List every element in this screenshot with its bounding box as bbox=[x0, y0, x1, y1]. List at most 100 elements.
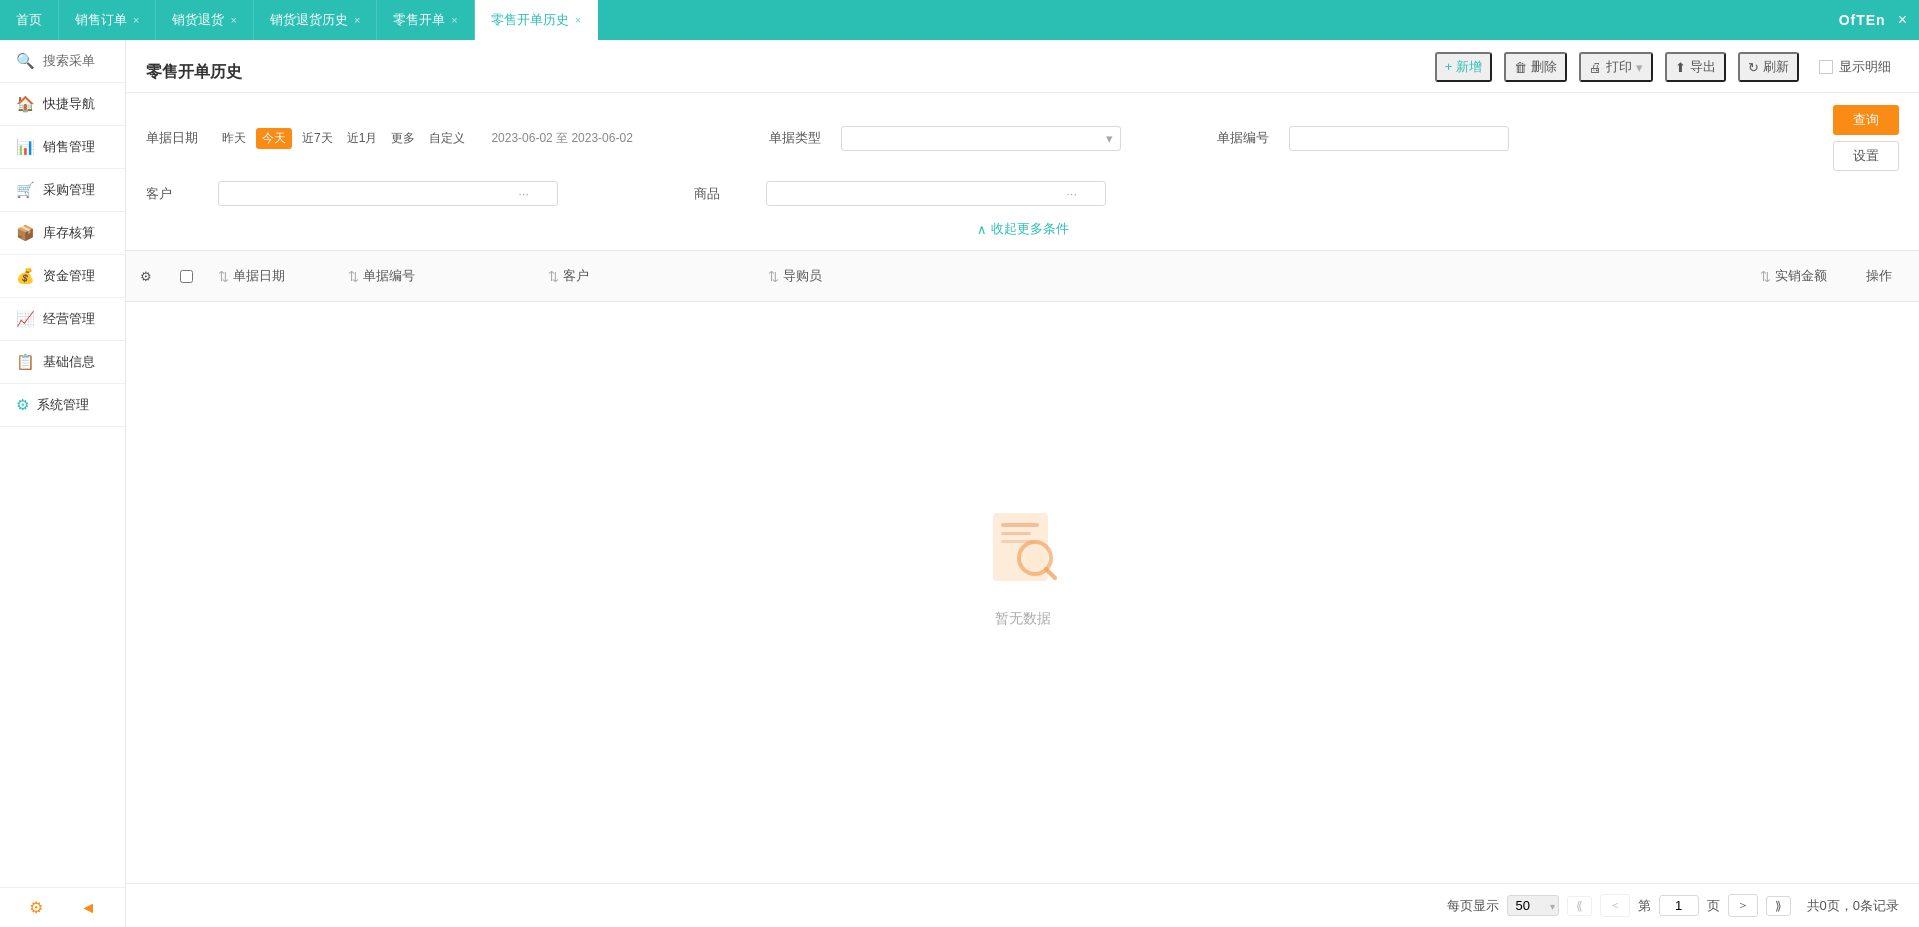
th-checkbox[interactable] bbox=[166, 262, 206, 291]
pagination: 每页显示 10 20 50 100 ⟪ ＜ 第 页 ＞ ⟫ 共0页，0条记录 bbox=[126, 883, 1919, 927]
collapse-arrow-icon: ∧ bbox=[977, 222, 987, 237]
sidebar-item-sales[interactable]: 📊 销售管理 bbox=[0, 126, 125, 169]
sidebar-item-sales-label: 销售管理 bbox=[43, 138, 95, 156]
tab-close-return-history[interactable]: × bbox=[354, 14, 360, 26]
customer-dots: ··· bbox=[518, 186, 529, 201]
th-no[interactable]: ⇅ 单据编号 bbox=[336, 259, 536, 293]
shortcut-yesterday[interactable]: 昨天 bbox=[218, 128, 250, 149]
date-filter-label: 单据日期 bbox=[146, 129, 202, 147]
no-filter-label: 单据编号 bbox=[1217, 129, 1273, 147]
search-icon: 🔍 bbox=[16, 52, 35, 70]
show-detail-checkbox[interactable] bbox=[1819, 60, 1833, 74]
type-select[interactable] bbox=[841, 126, 1121, 151]
delete-icon: 🗑 bbox=[1514, 60, 1527, 75]
query-button[interactable]: 查询 bbox=[1833, 105, 1899, 135]
select-all-checkbox[interactable] bbox=[180, 270, 193, 283]
purchase-icon: 🛒 bbox=[16, 181, 35, 199]
add-button[interactable]: + 新增 bbox=[1435, 52, 1492, 82]
sort-icon-date: ⇅ bbox=[218, 269, 229, 284]
page-title: 零售开单历史 bbox=[146, 62, 242, 83]
sidebar: 🔍 搜索采单 🏠 快捷导航 📊 销售管理 🛒 采购管理 📦 库存核算 💰 资金管… bbox=[0, 40, 126, 927]
print-icon: 🖨 bbox=[1589, 60, 1602, 75]
collapse-button[interactable]: ∧ 收起更多条件 bbox=[977, 220, 1069, 238]
sidebar-footer: ⚙ ◄ bbox=[0, 887, 125, 927]
tab-retail-history[interactable]: 零售开单历史 × bbox=[475, 0, 598, 40]
tab-close-retail-history[interactable]: × bbox=[575, 14, 581, 26]
tab-return-history[interactable]: 销货退货历史 × bbox=[254, 0, 377, 40]
per-page-label: 每页显示 bbox=[1447, 897, 1499, 915]
tab-close-sales-order[interactable]: × bbox=[133, 14, 139, 26]
tab-home[interactable]: 首页 bbox=[0, 0, 59, 40]
tab-return[interactable]: 销货退货 × bbox=[156, 0, 253, 40]
tab-list: 首页 销售订单 × 销货退货 × 销货退货历史 × 零售开单 × 零售开单历史 … bbox=[0, 0, 1839, 40]
shortcut-custom[interactable]: 自定义 bbox=[425, 128, 469, 149]
content-area: 零售开单历史 + 新增 🗑 🗑 删除 删除 🖨 打印 ▾ ⬆ 导出 bbox=[126, 40, 1919, 927]
sidebar-item-basic[interactable]: 📋 基础信息 bbox=[0, 341, 125, 384]
goods-filter-label: 商品 bbox=[694, 185, 750, 203]
next-page-button[interactable]: ＞ bbox=[1728, 894, 1758, 917]
tab-close-retail[interactable]: × bbox=[451, 14, 457, 26]
sidebar-item-purchase[interactable]: 🛒 采购管理 bbox=[0, 169, 125, 212]
sidebar-item-system[interactable]: ⚙ 系统管理 bbox=[0, 384, 125, 427]
per-page-select[interactable]: 10 20 50 100 bbox=[1507, 895, 1559, 916]
page-header: 零售开单历史 + 新增 🗑 🗑 删除 删除 🖨 打印 ▾ ⬆ 导出 bbox=[126, 40, 1919, 93]
shortcut-more[interactable]: 更多 bbox=[387, 128, 419, 149]
first-page-button[interactable]: ⟪ bbox=[1567, 896, 1592, 916]
sidebar-item-search[interactable]: 🔍 搜索采单 bbox=[0, 40, 125, 83]
sidebar-item-nav[interactable]: 🏠 快捷导航 bbox=[0, 83, 125, 126]
collapse-sidebar-button[interactable]: ◄ bbox=[80, 899, 96, 917]
tab-close-return[interactable]: × bbox=[230, 14, 236, 26]
shortcut-1month[interactable]: 近1月 bbox=[343, 128, 382, 149]
tab-sales-order[interactable]: 销售订单 × bbox=[59, 0, 156, 40]
sort-icon-customer: ⇅ bbox=[548, 269, 559, 284]
refresh-button[interactable]: ↻ 刷新 bbox=[1738, 52, 1799, 82]
show-detail-toggle[interactable]: 显示明细 bbox=[1811, 54, 1899, 80]
system-icon: ⚙ bbox=[16, 396, 29, 414]
date-shortcuts: 昨天 今天 近7天 近1月 更多 自定义 bbox=[218, 128, 469, 149]
total-info: 共0页，0条记录 bbox=[1807, 897, 1899, 915]
filter-row-2: 客户 ··· 商品 ··· bbox=[146, 181, 1899, 206]
sales-icon: 📊 bbox=[16, 138, 35, 156]
sidebar-item-nav-label: 快捷导航 bbox=[43, 95, 95, 113]
top-bar: 首页 销售订单 × 销货退货 × 销货退货历史 × 零售开单 × 零售开单历史 … bbox=[0, 0, 1919, 40]
sidebar-item-operations[interactable]: 📈 经营管理 bbox=[0, 298, 125, 341]
page-label: 第 bbox=[1638, 897, 1651, 915]
empty-illustration bbox=[973, 498, 1073, 598]
settings-button[interactable]: 设置 bbox=[1833, 141, 1899, 171]
export-button[interactable]: ⬆ 导出 bbox=[1665, 52, 1726, 82]
query-settings-wrap: 查询 设置 bbox=[1833, 105, 1899, 171]
print-button[interactable]: 🖨 打印 ▾ bbox=[1579, 52, 1653, 82]
per-page-select-wrap: 10 20 50 100 bbox=[1507, 895, 1559, 916]
window-close-button[interactable]: × bbox=[1898, 11, 1907, 29]
table-header: ⚙ ⇅ 单据日期 ⇅ 单据编号 ⇅ 客户 ⇅ bbox=[126, 251, 1919, 302]
th-customer[interactable]: ⇅ 客户 bbox=[536, 259, 756, 293]
settings-footer-button[interactable]: ⚙ bbox=[29, 898, 43, 917]
toolbar: + 新增 🗑 🗑 删除 删除 🖨 打印 ▾ ⬆ 导出 ↻ 刷 bbox=[1435, 52, 1899, 92]
tab-retail[interactable]: 零售开单 × bbox=[377, 0, 474, 40]
basic-icon: 📋 bbox=[16, 353, 35, 371]
empty-state: 暂无数据 bbox=[126, 302, 1919, 883]
last-page-button[interactable]: ⟫ bbox=[1766, 896, 1791, 916]
th-date[interactable]: ⇅ 单据日期 bbox=[206, 259, 336, 293]
sidebar-item-inventory[interactable]: 📦 库存核算 bbox=[0, 212, 125, 255]
sidebar-item-search-label: 搜索采单 bbox=[43, 52, 95, 70]
th-settings[interactable]: ⚙ bbox=[126, 261, 166, 292]
filter-row-1: 单据日期 昨天 今天 近7天 近1月 更多 自定义 2023-06-02 至 2… bbox=[146, 105, 1899, 171]
sort-icon-amount: ⇅ bbox=[1760, 269, 1771, 284]
sidebar-item-inventory-label: 库存核算 bbox=[43, 224, 95, 242]
no-input[interactable] bbox=[1289, 126, 1509, 151]
goods-input[interactable]: ··· bbox=[766, 181, 1106, 206]
shortcut-today[interactable]: 今天 bbox=[256, 128, 292, 149]
th-guide[interactable]: ⇅ 导购员 bbox=[756, 259, 876, 293]
page-suffix: 页 bbox=[1707, 897, 1720, 915]
home-icon: 🏠 bbox=[16, 95, 35, 113]
goods-dots: ··· bbox=[1066, 186, 1077, 201]
sidebar-item-finance[interactable]: 💰 资金管理 bbox=[0, 255, 125, 298]
page-number-input[interactable] bbox=[1659, 895, 1699, 916]
prev-page-button[interactable]: ＜ bbox=[1600, 894, 1630, 917]
filter-area: 单据日期 昨天 今天 近7天 近1月 更多 自定义 2023-06-02 至 2… bbox=[126, 93, 1919, 251]
customer-input[interactable]: ··· bbox=[218, 181, 558, 206]
shortcut-7days[interactable]: 近7天 bbox=[298, 128, 337, 149]
th-amount[interactable]: ⇅ 实销金额 bbox=[876, 259, 1839, 293]
delete-button[interactable]: 🗑 🗑 删除 删除 bbox=[1504, 52, 1567, 82]
